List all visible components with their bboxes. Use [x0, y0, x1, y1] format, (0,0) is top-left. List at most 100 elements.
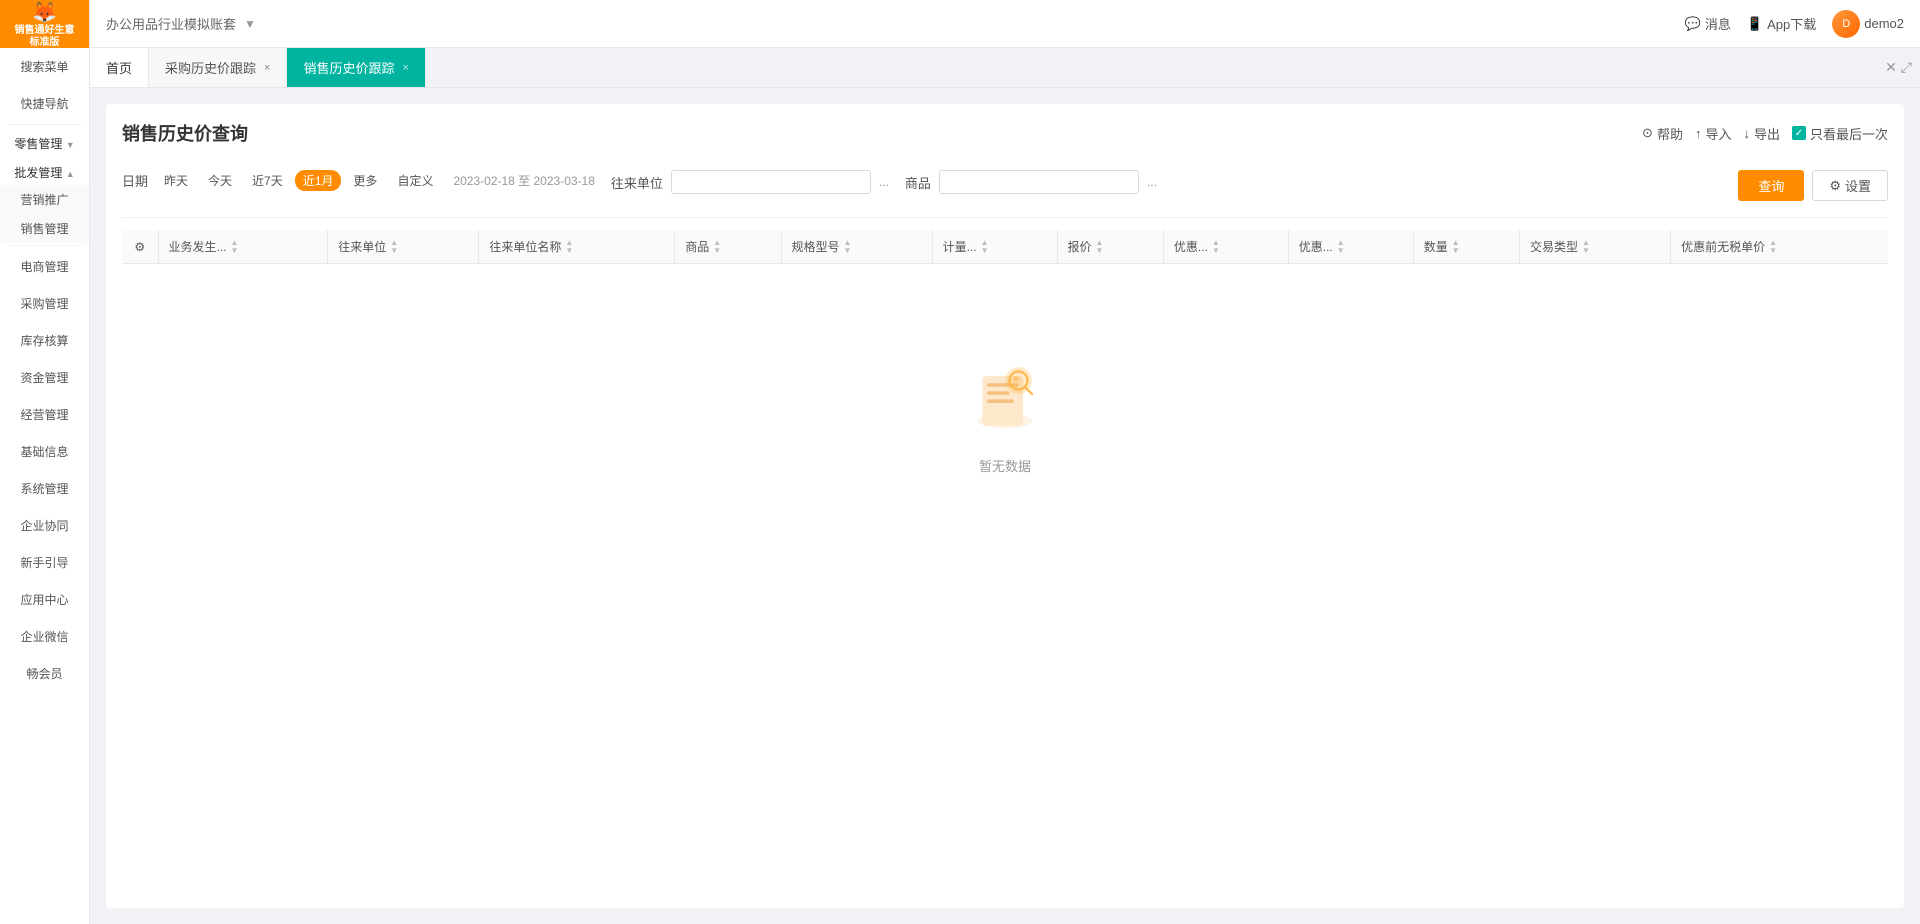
tab-sales-history[interactable]: 销售历史价跟踪 ×: [287, 48, 425, 87]
sidebar-item-wholesale[interactable]: 批发管理 ▲: [0, 156, 89, 185]
sidebar-item-retail[interactable]: 零售管理 ▼: [0, 127, 89, 156]
topbar-dropdown[interactable]: ▼: [244, 17, 256, 31]
sidebar-item-sales-mgmt[interactable]: 销售管理: [0, 214, 89, 243]
col-partner-name[interactable]: 往来单位名称 ▲▼: [479, 230, 675, 264]
export-button[interactable]: ↓ 导出: [1743, 124, 1780, 143]
help-label: 帮助: [1657, 124, 1683, 143]
col-quantity[interactable]: 数量 ▲▼: [1413, 230, 1519, 264]
sort-arrows-8: ▲▼: [1212, 239, 1220, 255]
sidebar: 🦊 销售通好生意 标准版 搜索菜单 快捷导航 零售管理 ▼ 批发管理 ▲ 营销推…: [0, 0, 90, 924]
logo-line1: 销售通好生意: [15, 25, 75, 37]
logo: 🦊 销售通好生意 标准版: [0, 0, 89, 48]
date-option-last7[interactable]: 近7天: [244, 170, 291, 191]
retail-arrow: ▼: [66, 140, 75, 150]
logo-text: 销售通好生意 标准版: [15, 25, 75, 49]
header-actions: ⊙ 帮助 ↑ 导入 ↓ 导出 ✓ 只看最后一次: [1642, 124, 1888, 143]
sidebar-item-guide[interactable]: 新手引导: [0, 544, 89, 581]
tabs-bar: 首页 采购历史价跟踪 × 销售历史价跟踪 × ✕ ⤢: [90, 48, 1920, 88]
page-content: 销售历史价查询 ⊙ 帮助 ↑ 导入 ↓ 导出 ✓: [90, 88, 1920, 924]
tabs-actions: ✕ ⤢: [1877, 48, 1920, 87]
tab-purchase-close[interactable]: ×: [264, 62, 270, 74]
sidebar-item-enterprise[interactable]: 企业协同: [0, 507, 89, 544]
sidebar-item-ecommerce[interactable]: 电商管理: [0, 248, 89, 285]
sidebar-item-operations[interactable]: 经营管理: [0, 396, 89, 433]
import-icon: ↑: [1695, 126, 1702, 141]
col-discount2[interactable]: 优惠... ▲▼: [1288, 230, 1413, 264]
date-option-custom[interactable]: 自定义: [389, 170, 441, 191]
tab-purchase-history[interactable]: 采购历史价跟踪 ×: [149, 48, 287, 87]
topbar: 办公用品行业模拟账套 ▼ 💬 消息 📱 App下载 D demo2: [90, 0, 1920, 48]
sidebar-item-member[interactable]: 畅会员: [0, 655, 89, 692]
date-range: 2023-02-18 至 2023-03-18: [453, 172, 594, 189]
sort-arrows-12: ▲▼: [1769, 239, 1777, 255]
tab-purchase-label: 采购历史价跟踪: [165, 58, 256, 77]
only-last-label: 只看最后一次: [1810, 124, 1888, 143]
col-unit[interactable]: 计量... ▲▼: [932, 230, 1057, 264]
settings-label: 设置: [1845, 176, 1871, 195]
app-download-button[interactable]: 📱 App下载: [1747, 14, 1816, 33]
query-button[interactable]: 查询: [1738, 170, 1804, 201]
logo-icon: 🦊: [32, 0, 57, 25]
settings-button[interactable]: ⚙ 设置: [1812, 170, 1888, 201]
sidebar-item-wechat[interactable]: 企业微信: [0, 618, 89, 655]
data-table: ⚙ 业务发生... ▲▼ 往来单位: [122, 230, 1888, 264]
source-unit-input[interactable]: [671, 170, 871, 194]
sort-arrows-1: ▲▼: [231, 239, 239, 255]
tab-home[interactable]: 首页: [90, 48, 149, 87]
sidebar-item-app-center[interactable]: 应用中心: [0, 581, 89, 618]
source-unit-label: 往来单位: [611, 173, 663, 192]
date-option-yesterday[interactable]: 昨天: [156, 170, 196, 191]
user-menu[interactable]: D demo2: [1832, 10, 1904, 38]
empty-state: 暂无数据: [122, 264, 1888, 555]
sidebar-item-basic-info[interactable]: 基础信息: [0, 433, 89, 470]
col-discount1[interactable]: 优惠... ▲▼: [1163, 230, 1288, 264]
source-unit-group: 往来单位 ...: [611, 170, 889, 194]
col-gear[interactable]: ⚙: [122, 230, 158, 264]
sidebar-item-inventory[interactable]: 库存核算: [0, 322, 89, 359]
sidebar-divider-1: [8, 124, 81, 125]
sort-arrows-11: ▲▼: [1582, 239, 1590, 255]
message-button[interactable]: 💬 消息: [1685, 14, 1731, 33]
sidebar-item-finance[interactable]: 资金管理: [0, 359, 89, 396]
source-unit-dots[interactable]: ...: [879, 175, 889, 189]
sidebar-item-search-menu[interactable]: 搜索菜单: [0, 48, 89, 85]
sidebar-item-purchase[interactable]: 采购管理: [0, 285, 89, 322]
page-header: 销售历史价查询 ⊙ 帮助 ↑ 导入 ↓ 导出 ✓: [122, 120, 1888, 146]
main-content: 办公用品行业模拟账套 ▼ 💬 消息 📱 App下载 D demo2 首页 采购历…: [90, 0, 1920, 924]
product-label: 商品: [905, 173, 931, 192]
username: demo2: [1864, 16, 1904, 31]
logo-line2: 标准版: [15, 37, 75, 49]
import-button[interactable]: ↑ 导入: [1695, 124, 1732, 143]
product-input[interactable]: [939, 170, 1139, 194]
col-spec[interactable]: 规格型号 ▲▼: [781, 230, 932, 264]
help-button[interactable]: ⊙ 帮助: [1642, 124, 1683, 143]
col-product[interactable]: 商品 ▲▼: [675, 230, 781, 264]
topbar-title: 办公用品行业模拟账套: [106, 14, 236, 33]
tabs-spacer: [426, 48, 1877, 87]
col-quote[interactable]: 报价 ▲▼: [1057, 230, 1163, 264]
only-last-checkbox[interactable]: ✓ 只看最后一次: [1792, 124, 1888, 143]
message-label: 消息: [1705, 14, 1731, 33]
date-option-more[interactable]: 更多: [345, 170, 385, 191]
sort-arrows-6: ▲▼: [981, 239, 989, 255]
topbar-right: 💬 消息 📱 App下载 D demo2: [1685, 10, 1904, 38]
empty-text: 暂无数据: [979, 456, 1031, 475]
help-icon: ⊙: [1642, 125, 1653, 141]
tab-sales-close[interactable]: ×: [402, 62, 408, 74]
col-trade-type[interactable]: 交易类型 ▲▼: [1520, 230, 1671, 264]
product-dots[interactable]: ...: [1147, 175, 1157, 189]
sort-arrows-9: ▲▼: [1337, 239, 1345, 255]
date-option-today[interactable]: 今天: [200, 170, 240, 191]
sort-arrows-10: ▲▼: [1452, 239, 1460, 255]
sidebar-item-marketing[interactable]: 营销推广: [0, 185, 89, 214]
col-partner-code[interactable]: 往来单位 ▲▼: [328, 230, 479, 264]
sidebar-item-quick-nav[interactable]: 快捷导航: [0, 85, 89, 122]
tabs-expand[interactable]: ⤢: [1901, 59, 1912, 76]
search-actions: 查询 ⚙ 设置: [1738, 170, 1888, 201]
sidebar-item-system[interactable]: 系统管理: [0, 470, 89, 507]
col-pretax-price[interactable]: 优惠前无税单价 ▲▼: [1671, 230, 1888, 264]
col-business-date[interactable]: 业务发生... ▲▼: [158, 230, 328, 264]
export-icon: ↓: [1743, 126, 1750, 141]
date-option-last1m[interactable]: 近1月: [295, 170, 342, 191]
tabs-close-all[interactable]: ✕: [1885, 59, 1897, 76]
